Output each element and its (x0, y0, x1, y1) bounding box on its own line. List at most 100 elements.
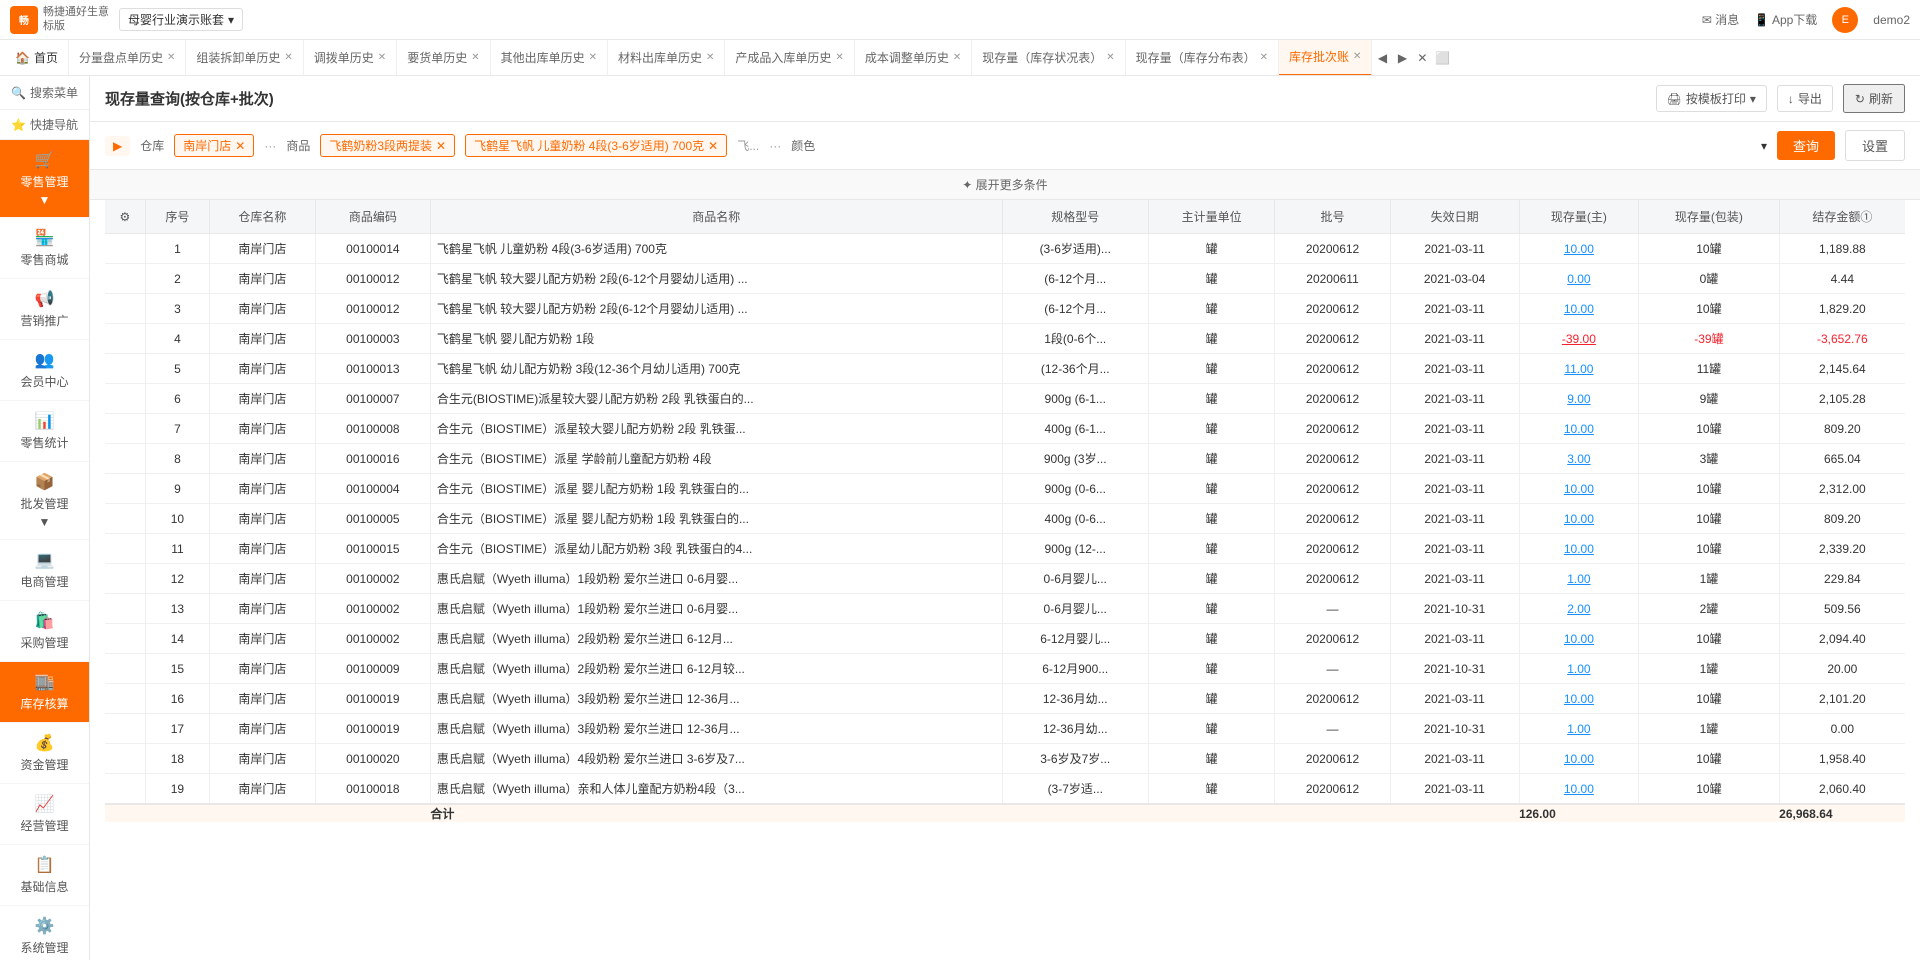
stock-main-value[interactable]: 10.00 (1564, 542, 1594, 556)
sidebar-item-ecommerce[interactable]: 💻 电商管理 (0, 540, 89, 601)
retail-mgmt-icon: 🛒 (35, 150, 55, 170)
sidebar-item-operations[interactable]: 📈 经营管理 (0, 784, 89, 845)
footer-label: 合计 (430, 804, 1002, 822)
tab-close-5[interactable]: ✕ (589, 52, 597, 63)
tab-yaohuo[interactable]: 要货单历史 ✕ (397, 40, 490, 76)
app-download-btn[interactable]: 📱 App下载 (1754, 11, 1817, 28)
page-title: 现存量查询(按仓库+批次) (105, 88, 274, 109)
tab-close-3[interactable]: ✕ (378, 52, 386, 63)
sidebar-item-finance[interactable]: 💰 资金管理 (0, 723, 89, 784)
table-row: 16 南岸门店 00100019 惠氏启赋（Wyeth illuma）3段奶粉 … (105, 684, 1905, 714)
stock-main-value[interactable]: 3.00 (1567, 452, 1590, 466)
tab-fenliangpandian[interactable]: 分量盘点单历史 ✕ (69, 40, 186, 76)
tab-close-9[interactable]: ✕ (1106, 52, 1114, 63)
tab-close-6[interactable]: ✕ (706, 52, 714, 63)
stock-main-value[interactable]: 10.00 (1564, 782, 1594, 796)
refresh-button[interactable]: ↻ 刷新 (1843, 84, 1905, 113)
filter-bar: ▶ 仓库 南岸门店 ✕ ··· 商品 飞鹤奶粉3段两提装 ✕ 飞鹤星飞帆 儿童奶… (90, 122, 1920, 170)
sidebar-search[interactable]: 🔍 搜索菜单 (0, 76, 89, 110)
col-name: 商品名称 (430, 200, 1002, 234)
stock-main-value[interactable]: 10.00 (1564, 242, 1594, 256)
tab-chanchengpin[interactable]: 产成品入库单历史 ✕ (725, 40, 854, 76)
logo-text: 畅捷通好生意 标版 (43, 6, 109, 32)
purchase-icon: 🛍️ (35, 611, 55, 631)
print-button[interactable]: 🖨 按模板打印 ▾ (1656, 85, 1767, 112)
query-button[interactable]: 查询 (1777, 131, 1835, 160)
tab-nav-right[interactable]: ▶ (1392, 40, 1412, 76)
message-btn[interactable]: ✉ 消息 (1702, 11, 1739, 28)
sidebar-item-system[interactable]: ⚙️ 系统管理 (0, 906, 89, 960)
tab-close-10[interactable]: ✕ (1260, 52, 1268, 63)
warehouse-tag[interactable]: 南岸门店 ✕ (174, 134, 254, 157)
col-settings[interactable]: ⚙ (105, 200, 145, 234)
stock-main-value[interactable]: 10.00 (1564, 752, 1594, 766)
tab-close-7[interactable]: ✕ (835, 52, 843, 63)
stock-main-value[interactable]: 10.00 (1564, 512, 1594, 526)
stock-main-value[interactable]: 10.00 (1564, 422, 1594, 436)
warehouse-tag-remove[interactable]: ✕ (235, 139, 245, 153)
col-warehouse: 仓库名称 (210, 200, 316, 234)
inventory-table: ⚙ 序号 仓库名称 商品编码 商品名称 规格型号 主计量单位 批号 失效日期 现… (105, 200, 1905, 822)
stock-main-value[interactable]: 10.00 (1564, 482, 1594, 496)
product-tag-2-remove[interactable]: ✕ (708, 139, 718, 153)
marketing-icon: 📢 (35, 289, 55, 309)
tab-close-2[interactable]: ✕ (284, 52, 292, 63)
stock-main-value[interactable]: 9.00 (1567, 392, 1590, 406)
tab-close-11[interactable]: ✕ (1353, 51, 1361, 62)
tab-close-1[interactable]: ✕ (167, 52, 175, 63)
export-button[interactable]: ↓ 导出 (1777, 85, 1833, 112)
stock-main-value[interactable]: -39.00 (1562, 332, 1596, 346)
tab-close-8[interactable]: ✕ (953, 52, 961, 63)
stock-main-value[interactable]: 1.00 (1567, 662, 1590, 676)
member-icon: 👥 (35, 350, 55, 370)
sidebar-item-purchase[interactable]: 🛍️ 采购管理 (0, 601, 89, 662)
table-row: 17 南岸门店 00100019 惠氏启赋（Wyeth illuma）3段奶粉 … (105, 714, 1905, 744)
sidebar-item-member[interactable]: 👥 会员中心 (0, 340, 89, 401)
sidebar-item-marketing[interactable]: 📢 营销推广 (0, 279, 89, 340)
table-row: 14 南岸门店 00100002 惠氏启赋（Wyeth illuma）2段奶粉 … (105, 624, 1905, 654)
stock-main-value[interactable]: 1.00 (1567, 572, 1590, 586)
tab-zuzhuang[interactable]: 组装拆卸单历史 ✕ (186, 40, 303, 76)
tab-diaobo[interactable]: 调拨单历史 ✕ (304, 40, 397, 76)
stock-main-value[interactable]: 10.00 (1564, 632, 1594, 646)
tab-xiancunfenbu[interactable]: 现存量（库存分布表） ✕ (1126, 40, 1279, 76)
product-tag-1-remove[interactable]: ✕ (436, 139, 446, 153)
settings-button[interactable]: 设置 (1845, 130, 1905, 161)
product-tag-2[interactable]: 飞鹤星飞帆 儿童奶粉 4段(3-6岁适用) 700克 ✕ (465, 134, 727, 157)
tab-qitachukulishi[interactable]: 其他出库单历史 ✕ (491, 40, 608, 76)
sidebar-item-inventory[interactable]: 🏬 库存核算 (0, 662, 89, 723)
avatar[interactable]: E (1832, 7, 1858, 33)
stock-main-value[interactable]: 10.00 (1564, 302, 1594, 316)
top-bar-left: 畅 畅捷通好生意 标版 母婴行业演示账套 ▾ (10, 6, 243, 34)
settings-icon[interactable]: ⚙ (120, 210, 131, 224)
sidebar-item-basics[interactable]: 📋 基础信息 (0, 845, 89, 906)
stock-main-value[interactable]: 10.00 (1564, 692, 1594, 706)
tab-chengbentiaoz[interactable]: 成本调整单历史 ✕ (855, 40, 972, 76)
sidebar-item-wholesale[interactable]: 📦 批发管理 ▼ (0, 462, 89, 540)
tab-cailiao[interactable]: 材料出库单历史 ✕ (608, 40, 725, 76)
username[interactable]: demo2 (1873, 13, 1910, 27)
sidebar-quick[interactable]: ⭐ 快捷导航 (0, 110, 89, 140)
sidebar-item-retail-mgmt[interactable]: 🛒 零售管理 ▼ (0, 140, 89, 218)
tab-close-all[interactable]: ✕ (1412, 40, 1432, 76)
org-selector[interactable]: 母婴行业演示账套 ▾ (119, 8, 243, 31)
tab-fullscreen[interactable]: ⬜ (1432, 40, 1452, 76)
stock-main-value[interactable]: 1.00 (1567, 722, 1590, 736)
page-header: 现存量查询(按仓库+批次) 🖨 按模板打印 ▾ ↓ 导出 ↻ 刷新 (90, 76, 1920, 122)
stock-main-value[interactable]: 11.00 (1564, 362, 1593, 376)
filter-expand-btn[interactable]: ▶ (105, 136, 130, 156)
sidebar-item-retail-stats[interactable]: 📊 零售统计 (0, 401, 89, 462)
tab-home[interactable]: 🏠 首页 (5, 40, 69, 76)
expand-more-button[interactable]: ✦ 展开更多条件 (962, 176, 1047, 193)
tab-xiancunzhuang[interactable]: 现存量（库存状况表） ✕ (972, 40, 1125, 76)
stock-main-value[interactable]: 0.00 (1567, 272, 1590, 286)
stock-main-value[interactable]: 2.00 (1567, 602, 1590, 616)
top-bar: 畅 畅捷通好生意 标版 母婴行业演示账套 ▾ ✉ 消息 📱 App下载 E de… (0, 0, 1920, 40)
col-stock-pkg: 现存量(包装) (1639, 200, 1779, 234)
tab-nav-left[interactable]: ◀ (1372, 40, 1392, 76)
product-tag-1[interactable]: 飞鹤奶粉3段两提装 ✕ (320, 134, 455, 157)
table-row: 5 南岸门店 00100013 飞鹤星飞帆 幼儿配方奶粉 3段(12-36个月幼… (105, 354, 1905, 384)
tab-kupicizh[interactable]: 库存批次账 ✕ (1279, 40, 1372, 76)
tab-close-4[interactable]: ✕ (471, 52, 479, 63)
sidebar-item-retail-shop[interactable]: 🏪 零售商城 (0, 218, 89, 279)
